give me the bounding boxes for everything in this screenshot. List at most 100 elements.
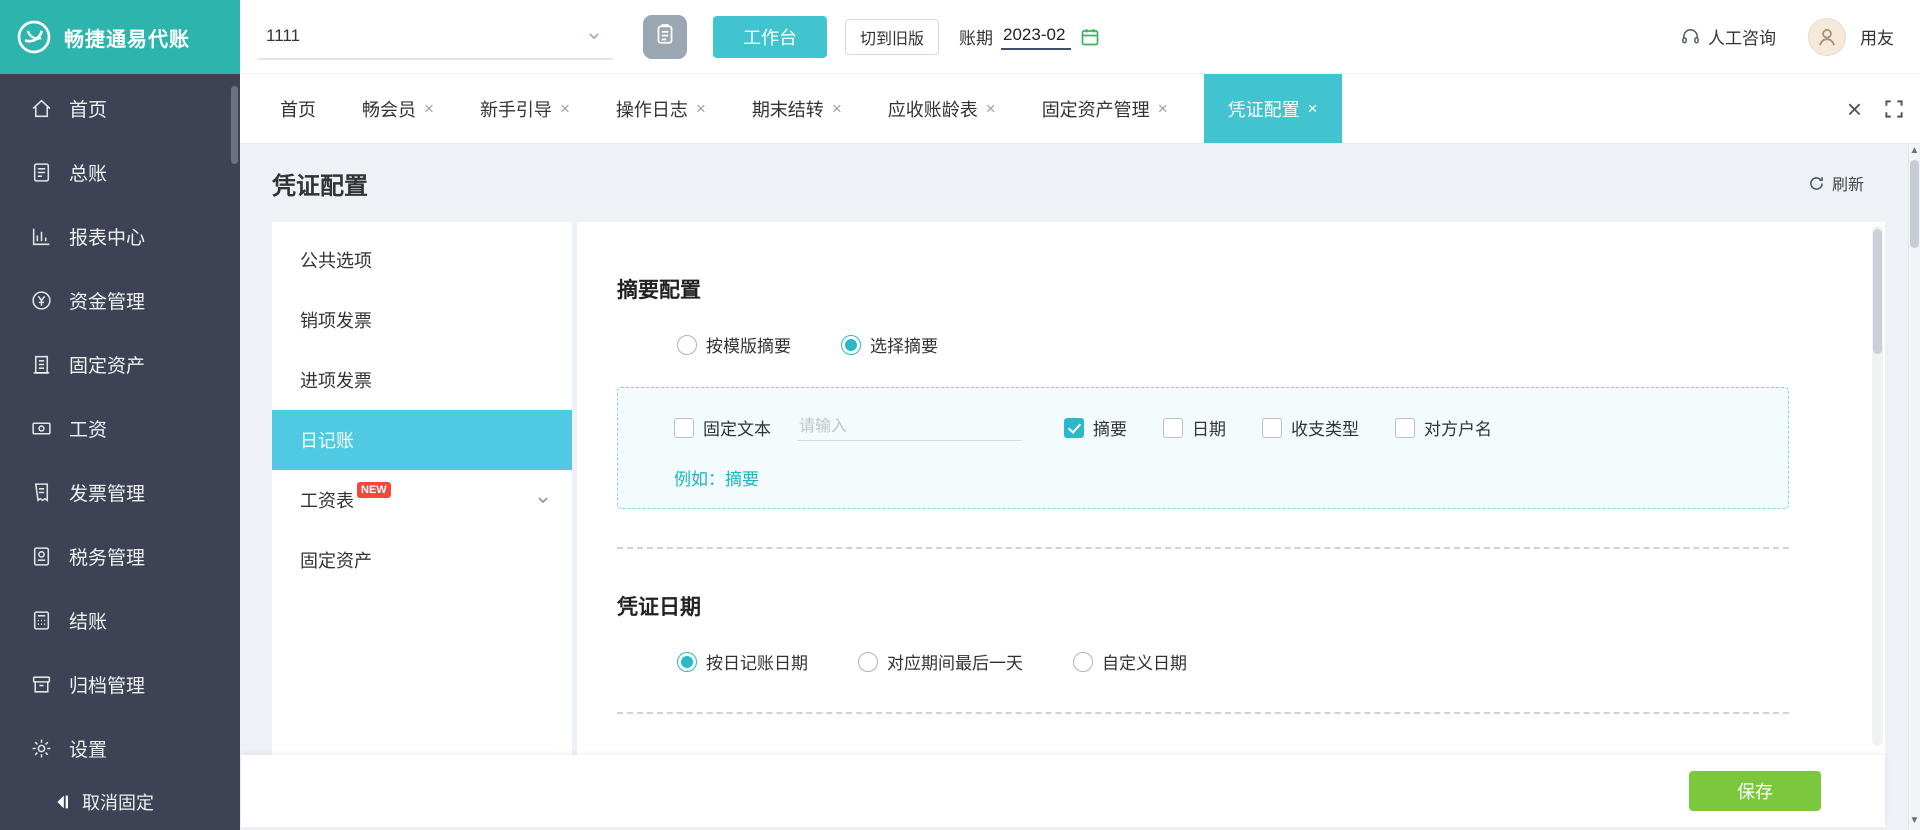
panel-scrollbar-thumb[interactable] [1873, 229, 1882, 354]
config-item-label: 进项发票 [300, 371, 372, 391]
clipboard-badge-button[interactable] [643, 14, 687, 59]
tab-voucher-config[interactable]: 凭证配置 × [1203, 74, 1342, 143]
tab-receivable-aging[interactable]: 应收账龄表 × [878, 74, 1006, 143]
fixed-text-input[interactable] [797, 414, 1022, 441]
summary-options-box: 固定文本 摘要 日期 [617, 387, 1789, 509]
avatar[interactable] [1808, 17, 1846, 56]
tab-fixed-asset-management[interactable]: 固定资产管理 × [1032, 74, 1178, 143]
config-item-salary-sheet[interactable]: 工资表 NEW [272, 470, 572, 530]
tab-close-icon[interactable]: × [424, 100, 434, 117]
sidebar-unpin-button[interactable]: 取消固定 [0, 780, 240, 824]
config-item-fixed-assets[interactable]: 固定资产 [272, 530, 572, 590]
tab-close-icon[interactable]: × [696, 100, 706, 117]
open-tabs: 首页 畅会员 × 新手引导 × 操作日志 × 期末结转 × 应收账龄表 × 固定… [240, 74, 1342, 143]
summary-example-text: 例如：摘要 [674, 470, 759, 489]
sidebar-item-home[interactable]: 首页 [0, 76, 240, 140]
config-item-label: 固定资产 [300, 551, 372, 571]
save-button[interactable]: 保存 [1689, 771, 1821, 811]
sidebar-item-invoice-management[interactable]: 发票管理 [0, 460, 240, 524]
checkbox-label: 收支类型 [1291, 420, 1359, 439]
radio-custom-date[interactable]: 自定义日期 [1073, 649, 1187, 674]
tab-close-icon[interactable]: × [1158, 100, 1168, 117]
invoice-icon [30, 481, 53, 504]
tab-beginner-guide[interactable]: 新手引导 × [470, 74, 580, 143]
sidebar-item-label: 设置 [69, 739, 108, 761]
switch-old-version-button[interactable]: 切到旧版 [845, 18, 940, 55]
voucher-date-title: 凭证日期 [617, 596, 701, 619]
headset-icon [1680, 26, 1701, 47]
sidebar-item-label: 归档管理 [69, 675, 146, 697]
tab-close-icon[interactable]: × [1308, 100, 1318, 117]
radio-icon [677, 334, 697, 355]
panels: 公共选项 销项发票 进项发票 日记账 工资表 NEW 固定资产 摘要配置 按模版… [272, 222, 1885, 755]
tab-label: 首页 [280, 99, 316, 120]
period-value[interactable]: 2023-02 [1001, 23, 1072, 50]
checkbox-icon [1163, 417, 1183, 438]
checkbox-date[interactable]: 日期 [1163, 415, 1226, 440]
tab-label: 期末结转 [751, 99, 824, 120]
refresh-button[interactable]: 刷新 [1807, 171, 1864, 195]
tab-period-end-carryover[interactable]: 期末结转 × [742, 74, 852, 143]
chevron-down-icon[interactable] [534, 491, 552, 509]
tab-close-icon[interactable]: × [832, 100, 842, 117]
archive-icon [30, 673, 53, 696]
unpin-icon [52, 792, 72, 812]
brand-logo-icon [14, 17, 54, 57]
scroll-up-arrow[interactable]: ▲ [1909, 144, 1920, 158]
radio-period-last-day[interactable]: 对应期间最后一天 [858, 649, 1023, 674]
checkbox-summary[interactable]: 摘要 [1064, 415, 1127, 440]
tab-label: 畅会员 [362, 99, 416, 120]
salary-icon [30, 417, 53, 440]
user-menu[interactable]: 用友 [1860, 24, 1894, 49]
tabbar-tools: × [1847, 96, 1906, 122]
sidebar-item-label: 发票管理 [69, 483, 146, 505]
checkbox-label: 固定文本 [703, 420, 771, 439]
support-button[interactable]: 人工咨询 [1680, 24, 1776, 49]
close-all-icon[interactable]: × [1847, 96, 1862, 122]
summary-field-checkboxes: 摘要 日期 收支类型 对方户名 [1064, 415, 1492, 440]
sidebar-item-archive-management[interactable]: 归档管理 [0, 652, 240, 716]
config-item-journal[interactable]: 日记账 [272, 410, 572, 470]
summary-radio-group: 按模版摘要 选择摘要 [677, 332, 1789, 357]
sidebar-item-label: 总账 [69, 163, 108, 185]
scroll-down-arrow[interactable]: ▼ [1909, 814, 1920, 828]
sidebar-scrollbar-thumb[interactable] [231, 86, 238, 164]
sidebar-item-report-center[interactable]: 报表中心 [0, 204, 240, 268]
sidebar-item-fund-management[interactable]: 资金管理 [0, 268, 240, 332]
sidebar-item-tax-management[interactable]: 税务管理 [0, 524, 240, 588]
checkbox-counterparty-name[interactable]: 对方户名 [1395, 415, 1492, 440]
calendar-icon[interactable] [1079, 26, 1101, 48]
radio-icon [858, 651, 878, 672]
sidebar-item-label: 结账 [69, 611, 108, 633]
tab-label: 新手引导 [479, 99, 552, 120]
voucher-config-panel: 摘要配置 按模版摘要 选择摘要 固定文本 请输入 摘要 日期 收支类型 对方户名… [577, 222, 1885, 755]
sidebar-item-general-ledger[interactable]: 总账 [0, 140, 240, 204]
radio-template-summary[interactable]: 按模版摘要 [677, 332, 791, 357]
clipboard-icon [653, 22, 677, 51]
sidebar-item-closing[interactable]: 结账 [0, 588, 240, 652]
window-scrollbar-thumb[interactable] [1910, 160, 1919, 248]
tab-close-icon[interactable]: × [560, 100, 570, 117]
checkbox-fixed-text[interactable]: 固定文本 [674, 415, 771, 440]
config-item-sales-invoice[interactable]: 销项发票 [272, 290, 572, 350]
window-scrollbar[interactable]: ▲ ▼ [1908, 144, 1920, 830]
ledger-icon [30, 161, 53, 184]
checkbox-income-expense-type[interactable]: 收支类型 [1262, 415, 1359, 440]
fullscreen-icon[interactable] [1882, 97, 1906, 121]
config-item-common-options[interactable]: 公共选项 [272, 230, 572, 290]
tab-member[interactable]: 畅会员 × [352, 74, 444, 143]
radio-select-summary[interactable]: 选择摘要 [841, 332, 938, 357]
config-item-purchase-invoice[interactable]: 进项发票 [272, 350, 572, 410]
sidebar-item-settings[interactable]: 设置 [0, 716, 240, 780]
tab-home[interactable]: 首页 [270, 74, 326, 143]
workbench-button[interactable]: 工作台 [713, 15, 827, 58]
tab-close-icon[interactable]: × [986, 100, 996, 117]
tab-operation-log[interactable]: 操作日志 × [606, 74, 716, 143]
panel-scrollbar[interactable] [1872, 226, 1883, 746]
report-icon [30, 225, 53, 248]
sidebar-item-salary[interactable]: 工资 [0, 396, 240, 460]
company-select[interactable]: 1111 [258, 14, 613, 60]
sidebar-item-fixed-assets[interactable]: 固定资产 [0, 332, 240, 396]
brand-logo[interactable]: 畅捷通易代账 [0, 0, 240, 74]
radio-journal-date[interactable]: 按日记账日期 [677, 649, 808, 674]
